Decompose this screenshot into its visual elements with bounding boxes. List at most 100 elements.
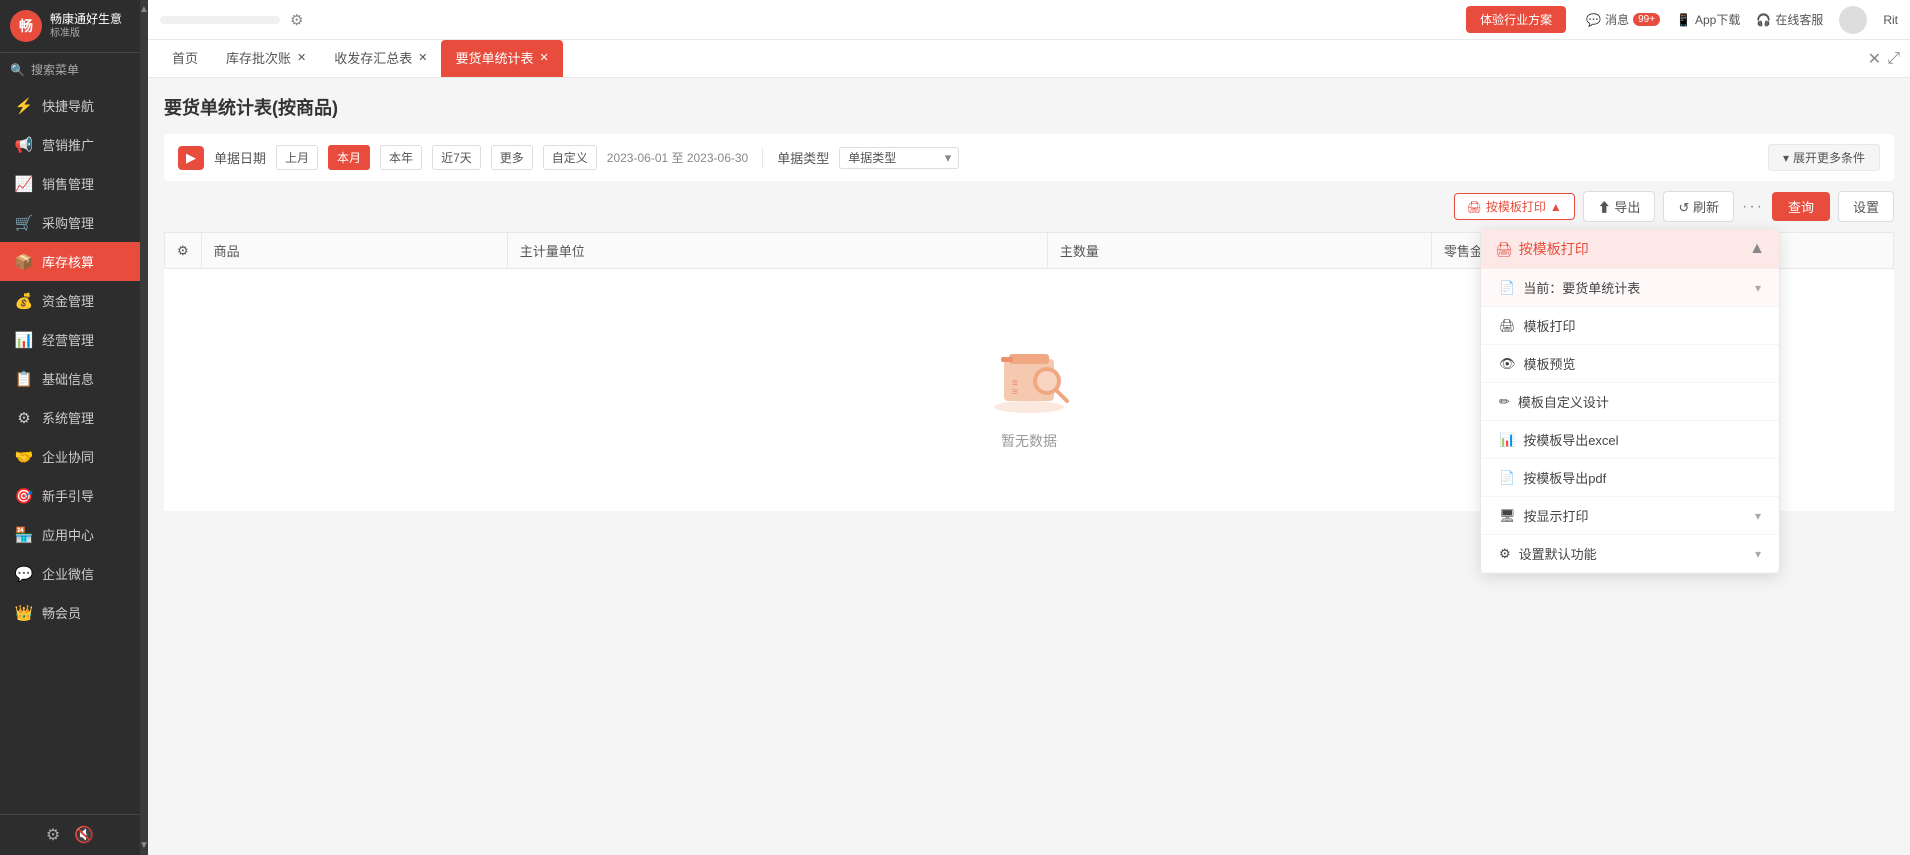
print-template-custom[interactable]: ✏ 模板自定义设计 [1481,383,1779,421]
trial-btn[interactable]: 体验行业方案 [1466,6,1566,33]
table-col-unit: 主计量单位 [507,233,1047,269]
sidebar-item-operation[interactable]: 📊 经营管理 [0,320,140,359]
template-preview-left: 👁 模板预览 [1499,354,1576,373]
sidebar-item-guide[interactable]: 🎯 新手引导 [0,476,140,515]
print-icon: 🖨 [1467,200,1482,214]
user-avatar[interactable] [1839,6,1867,34]
more-dots-btn[interactable]: ··· [1742,198,1764,216]
template-excel-icon: 📊 [1499,432,1515,448]
template-pdf-left: 📄 按模板导出pdf [1499,468,1606,487]
action-bar-right: 🖨 按模板打印 ▲ ⬆ 导出 ↺ 刷新 ··· 查询 设置 [1454,191,1894,222]
quick-nav-icon: ⚡ [14,97,34,115]
date-btn-7days[interactable]: 近7天 [432,145,481,170]
sidebar-item-member[interactable]: 👑 畅会员 [0,593,140,632]
display-print-icon: 🖥 [1499,508,1516,524]
sidebar-item-finance[interactable]: 💰 资金管理 [0,281,140,320]
date-btn-last-month[interactable]: 上月 [276,145,318,170]
logo-icon: 畅 [10,10,42,42]
print-current-icon: 📄 [1499,280,1515,296]
tab-payment-summary[interactable]: 收发存汇总表 ✕ [320,40,441,77]
date-label: 单据日期 [214,148,266,167]
sidebar-item-purchase[interactable]: 🛒 采购管理 [0,203,140,242]
sound-footer-icon[interactable]: 🔇 [74,825,94,845]
finance-icon: 💰 [14,292,34,310]
sidebar: 畅 畅康通好生意 标准版 🔍 搜索菜单 ⚡ 快捷导航 📢 营销推广 📈 销售管理… [0,0,140,855]
template-preview-icon: 👁 [1499,356,1516,372]
logo-text: 畅康通好生意 标准版 [50,11,122,42]
print-dropdown-title: 🖨 按模板打印 [1495,239,1589,259]
appstore-icon: 🏪 [14,526,34,544]
print-current-arrow: ▾ [1755,281,1761,295]
sidebar-item-enterprise[interactable]: 🤝 企业协同 [0,437,140,476]
print-template-print[interactable]: 🖨 模板打印 [1481,307,1779,345]
sales-icon: 📈 [14,175,34,193]
print-dropdown-arrow: ▲ [1550,200,1562,214]
table-gear-icon[interactable]: ⚙ [177,243,189,258]
template-excel-left: 📊 按模板导出excel [1499,430,1619,449]
operation-icon: 📊 [14,331,34,349]
marketing-icon: 📢 [14,136,34,154]
tab-home[interactable]: 首页 [158,40,212,77]
enterprise-icon: 🤝 [14,448,34,466]
date-btn-more[interactable]: 更多 [491,145,533,170]
basic-icon: 📋 [14,370,34,388]
expand-more-btn[interactable]: ▾ 展开更多条件 [1768,144,1880,171]
online-service-btn[interactable]: 🎧 在线客服 [1756,11,1823,28]
set-default-left: ⚙ 设置默认功能 [1499,544,1597,563]
sidebar-item-basic[interactable]: 📋 基础信息 [0,359,140,398]
print-current-item[interactable]: 📄 当前：要货单统计表 ▾ [1481,269,1779,307]
sidebar-item-quick-nav[interactable]: ⚡ 快捷导航 [0,86,140,125]
print-display-print[interactable]: 🖥 按显示打印 ▾ [1481,497,1779,535]
print-dropdown-close-btn[interactable]: ▲ [1749,240,1765,258]
table-col-product: 商品 [201,233,507,269]
topbar-search-placeholder [160,16,280,24]
sidebar-nav: ⚡ 快捷导航 📢 营销推广 📈 销售管理 🛒 采购管理 📦 库存核算 💰 资金管… [0,86,140,814]
sidebar-item-inventory[interactable]: 📦 库存核算 [0,242,140,281]
settings-btn[interactable]: 设置 [1838,191,1894,222]
print-dropdown-icon: 🖨 [1495,241,1513,258]
print-template-excel[interactable]: 📊 按模板导出excel [1481,421,1779,459]
sidebar-item-system[interactable]: ⚙ 系统管理 [0,398,140,437]
date-range: 2023-06-01 至 2023-06-30 [607,149,748,166]
template-print-left: 🖨 模板打印 [1499,316,1576,335]
query-btn[interactable]: 查询 [1772,192,1830,221]
tab-batch-account-close[interactable]: ✕ [297,51,306,64]
export-btn[interactable]: ⬆ 导出 [1583,191,1656,222]
sidebar-item-sales[interactable]: 📈 销售管理 [0,164,140,203]
tab-order-stats-close[interactable]: ✕ [540,51,549,64]
sidebar-item-wechat[interactable]: 💬 企业微信 [0,554,140,593]
print-template-preview[interactable]: 👁 模板预览 [1481,345,1779,383]
main-area: ⚙ 体验行业方案 💬 消息 99+ 📱 App下载 🎧 在线客服 Rit 首页 [148,0,1910,855]
purchase-icon: 🛒 [14,214,34,232]
tab-close-all-icon[interactable]: ✕ [1868,49,1881,69]
date-btn-custom[interactable]: 自定义 [543,145,597,170]
date-btn-this-month[interactable]: 本月 [328,145,370,170]
empty-text: 暂无数据 [1001,431,1057,451]
settings-footer-icon[interactable]: ⚙ [46,825,60,845]
refresh-btn[interactable]: ↺ 刷新 [1663,191,1734,222]
tab-order-stats[interactable]: 要货单统计表 ✕ [441,40,562,77]
order-type-select[interactable]: 单据类型 [839,147,959,169]
user-name[interactable]: Rit [1883,13,1898,27]
date-btn-this-year[interactable]: 本年 [380,145,422,170]
sidebar-item-appstore[interactable]: 🏪 应用中心 [0,515,140,554]
sidebar-item-marketing[interactable]: 📢 营销推广 [0,125,140,164]
filter-expand-btn[interactable]: ▶ [178,146,204,170]
print-btn[interactable]: 🖨 按模板打印 ▲ [1454,193,1575,220]
tab-expand-icon[interactable]: ⤢ [1887,50,1900,68]
sidebar-scrollbar[interactable]: ▲ ▼ [140,0,148,855]
messages-btn[interactable]: 💬 消息 99+ [1586,11,1660,28]
app-download-btn[interactable]: 📱 App下载 [1676,11,1740,28]
template-custom-left: ✏ 模板自定义设计 [1499,392,1609,411]
member-icon: 👑 [14,604,34,622]
sidebar-search[interactable]: 🔍 搜索菜单 [0,53,140,86]
sidebar-logo: 畅 畅康通好生意 标准版 [0,0,140,53]
topbar-gear-icon[interactable]: ⚙ [290,11,303,29]
print-template-pdf[interactable]: 📄 按模板导出pdf [1481,459,1779,497]
export-icon: ⬆ [1598,200,1611,215]
tab-batch-account[interactable]: 库存批次账 ✕ [212,40,320,77]
order-type-label: 单据类型 [777,148,829,167]
inventory-icon: 📦 [14,253,34,271]
print-set-default[interactable]: ⚙ 设置默认功能 ▾ [1481,535,1779,573]
tab-payment-summary-close[interactable]: ✕ [418,51,427,64]
